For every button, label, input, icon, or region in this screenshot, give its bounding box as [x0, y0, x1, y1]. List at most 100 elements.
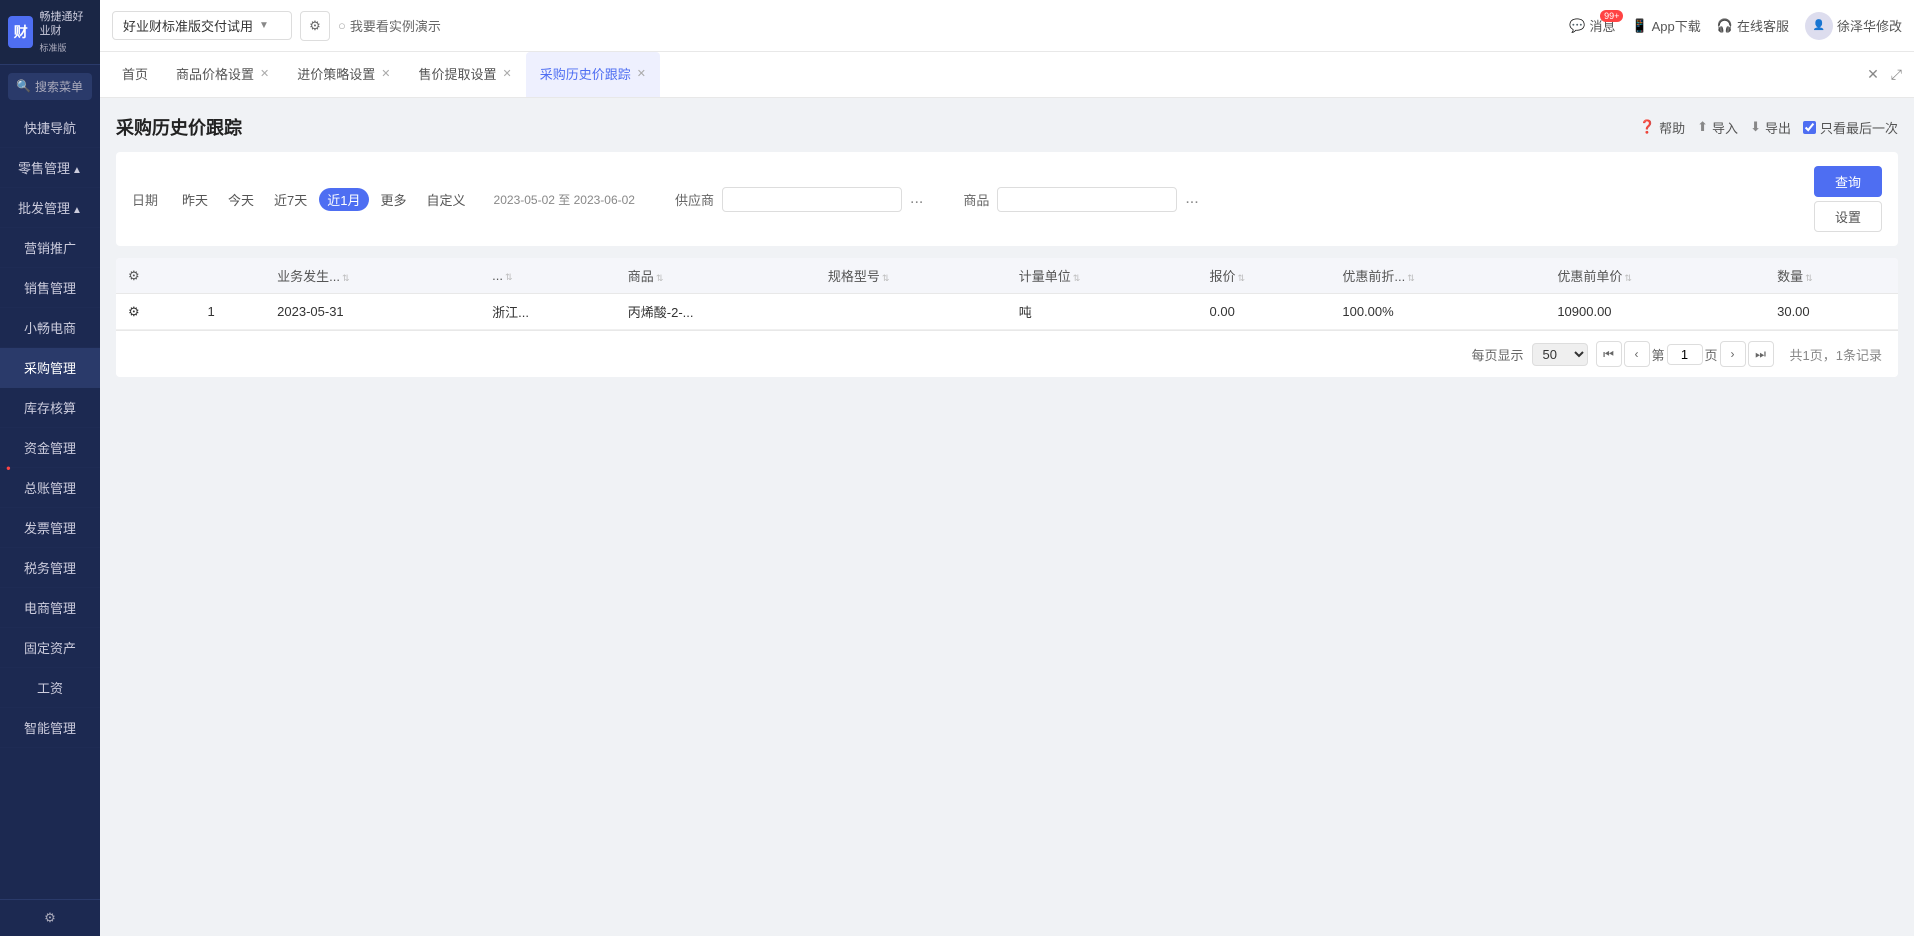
- col-header-pre_discount_price[interactable]: 优惠前单价⇅: [1545, 258, 1765, 294]
- window-expand-icon[interactable]: ⤢: [1887, 62, 1906, 87]
- sort-icon: ⇅: [1407, 273, 1415, 283]
- tab-2[interactable]: 进价策略设置✕: [283, 52, 404, 97]
- messages-button[interactable]: 💬 消息 99+: [1569, 16, 1615, 35]
- import-button[interactable]: ⬆ 导入: [1697, 118, 1738, 137]
- col-header-quoted_price[interactable]: 报价⇅: [1198, 258, 1331, 294]
- sort-icon: ⇅: [656, 273, 664, 283]
- user-name-label: 徐泽华修改: [1837, 16, 1902, 35]
- col-header-product[interactable]: 商品⇅: [616, 258, 816, 294]
- date-option-5[interactable]: 自定义: [419, 188, 474, 211]
- date-option-1[interactable]: 今天: [220, 188, 262, 211]
- search-menu-button[interactable]: 🔍 搜索菜单: [8, 73, 92, 100]
- sidebar-item-label: 销售管理: [24, 281, 76, 296]
- sidebar-item-4[interactable]: 小畅电商: [0, 308, 100, 348]
- tab-1[interactable]: 商品价格设置✕: [162, 52, 283, 97]
- search-icon: 🔍: [16, 79, 31, 93]
- demo-icon: ○: [338, 18, 346, 33]
- last-page-button[interactable]: ⏭: [1748, 341, 1774, 367]
- date-option-2[interactable]: 近7天: [266, 188, 315, 211]
- sidebar-item-label: 营销推广: [24, 241, 76, 256]
- tab-close-icon[interactable]: ✕: [260, 67, 269, 80]
- tab-0[interactable]: 首页: [108, 52, 162, 97]
- col-header-extra[interactable]: ...⇅: [480, 258, 616, 294]
- col-header-quantity[interactable]: 数量⇅: [1765, 258, 1898, 294]
- sidebar-item-9[interactable]: 发票管理: [0, 508, 100, 548]
- cell-settings[interactable]: ⚙: [116, 294, 196, 330]
- user-avatar: 👤: [1805, 12, 1833, 40]
- sidebar-item-5[interactable]: 采购管理: [0, 348, 100, 388]
- sidebar-item-label: 发票管理: [24, 521, 76, 536]
- tab-4[interactable]: 采购历史价跟踪✕: [526, 52, 660, 97]
- sidebar-item-2[interactable]: 营销推广: [0, 228, 100, 268]
- sidebar-settings-icon[interactable]: ⚙: [44, 910, 56, 925]
- page-content: 采购历史价跟踪 ❓ 帮助 ⬆ 导入 ⬇ 导出 只看最后一次: [100, 98, 1914, 936]
- import-label: 导入: [1712, 118, 1738, 137]
- sidebar-item-3[interactable]: 销售管理: [0, 268, 100, 308]
- main-area: 好业财标准版交付试用 ▼ ⚙ ○ 我要看实例演示 💬 消息 99+ 📱 App下…: [100, 0, 1914, 936]
- tab-close-icon[interactable]: ✕: [381, 67, 390, 80]
- topbar-settings-button[interactable]: ⚙: [300, 11, 330, 41]
- app-download-button[interactable]: 📱 App下载: [1631, 16, 1700, 35]
- sidebar-item-7[interactable]: 资金管理: [0, 428, 100, 468]
- topbar-right: 💬 消息 99+ 📱 App下载 🎧 在线客服 👤 徐泽华修改: [1569, 12, 1902, 40]
- only-last-input[interactable]: [1803, 121, 1816, 134]
- tabs-container: 首页商品价格设置✕进价策略设置✕售价提取设置✕采购历史价跟踪✕: [108, 52, 660, 97]
- user-menu-button[interactable]: 👤 徐泽华修改: [1805, 12, 1902, 40]
- sidebar-item-12[interactable]: 固定资产: [0, 628, 100, 668]
- sidebar-item-14[interactable]: ●智能管理: [0, 708, 100, 748]
- sidebar-item-13[interactable]: 工资: [0, 668, 100, 708]
- date-option-0[interactable]: 昨天: [174, 188, 216, 211]
- cell-quantity: 30.00: [1765, 294, 1898, 330]
- page-input[interactable]: [1667, 344, 1703, 365]
- product-select[interactable]: 好业财标准版交付试用 ▼: [112, 11, 292, 40]
- cell-pre_discount_price: 10900.00: [1545, 294, 1765, 330]
- col-header-spec[interactable]: 规格型号⇅: [816, 258, 1007, 294]
- first-page-button[interactable]: ⏮: [1596, 341, 1622, 367]
- sort-icon: ⇅: [1073, 273, 1081, 283]
- col-header-unit[interactable]: 计量单位⇅: [1007, 258, 1198, 294]
- product-input[interactable]: [997, 187, 1177, 212]
- cell-extra: 浙江...: [480, 294, 616, 330]
- query-button[interactable]: 查询: [1814, 166, 1882, 197]
- product-select-chevron: ▼: [259, 20, 269, 31]
- tab-close-icon[interactable]: ✕: [503, 67, 512, 80]
- help-button[interactable]: ❓ 帮助: [1639, 118, 1685, 137]
- only-last-checkbox[interactable]: 只看最后一次: [1803, 118, 1898, 137]
- date-option-4[interactable]: 更多: [373, 188, 415, 211]
- sidebar-item-label: 批发管理: [18, 201, 70, 216]
- supplier-ellipsis[interactable]: ...: [910, 190, 923, 208]
- per-page-label: 每页显示: [1471, 345, 1523, 364]
- page-header: 采购历史价跟踪 ❓ 帮助 ⬆ 导入 ⬇ 导出 只看最后一次: [116, 114, 1898, 140]
- demo-link[interactable]: ○ 我要看实例演示: [338, 16, 441, 35]
- sidebar-item-quick-nav[interactable]: 快捷导航: [0, 108, 100, 148]
- tab-label: 首页: [122, 64, 148, 83]
- import-icon: ⬆: [1697, 119, 1708, 135]
- product-ellipsis[interactable]: ...: [1185, 190, 1198, 208]
- sidebar-item-10[interactable]: 税务管理: [0, 548, 100, 588]
- date-option-3[interactable]: 近1月: [319, 188, 368, 211]
- tab-3[interactable]: 售价提取设置✕: [404, 52, 525, 97]
- sidebar-item-1[interactable]: 批发管理▲: [0, 188, 100, 228]
- tabs-bar: 首页商品价格设置✕进价策略设置✕售价提取设置✕采购历史价跟踪✕ ✕ ⤢: [100, 52, 1914, 98]
- sidebar-item-0[interactable]: 零售管理▲: [0, 148, 100, 188]
- col-header-discount_rate[interactable]: 优惠前折...⇅: [1330, 258, 1545, 294]
- prev-page-button[interactable]: ‹: [1624, 341, 1650, 367]
- sidebar-item-8[interactable]: 总账管理: [0, 468, 100, 508]
- sidebar-item-label: 资金管理: [24, 441, 76, 456]
- sidebar-item-11[interactable]: 电商管理: [0, 588, 100, 628]
- per-page-select[interactable]: 102050100: [1532, 343, 1588, 366]
- export-button[interactable]: ⬇ 导出: [1750, 118, 1791, 137]
- col-header-business_date[interactable]: 业务发生...⇅: [265, 258, 480, 294]
- tab-close-icon[interactable]: ✕: [637, 67, 646, 80]
- filter-settings-button[interactable]: 设置: [1814, 201, 1882, 232]
- online-service-button[interactable]: 🎧 在线客服: [1717, 16, 1789, 35]
- supplier-input[interactable]: [722, 187, 902, 212]
- supplier-filter-group: 供应商 ...: [675, 187, 923, 212]
- demo-label: 我要看实例演示: [350, 16, 441, 35]
- next-page-button[interactable]: ›: [1720, 341, 1746, 367]
- sidebar-menu-list: 零售管理▲批发管理▲ 营销推广销售管理小畅电商采购管理库存核算资金管理总账管理发票…: [0, 148, 100, 748]
- table-row[interactable]: ⚙12023-05-31浙江...丙烯酸-2-...吨0.00100.00%10…: [116, 294, 1898, 330]
- sort-icon: ⇅: [1805, 273, 1813, 283]
- window-close-icon[interactable]: ✕: [1863, 62, 1883, 87]
- sidebar-item-6[interactable]: 库存核算: [0, 388, 100, 428]
